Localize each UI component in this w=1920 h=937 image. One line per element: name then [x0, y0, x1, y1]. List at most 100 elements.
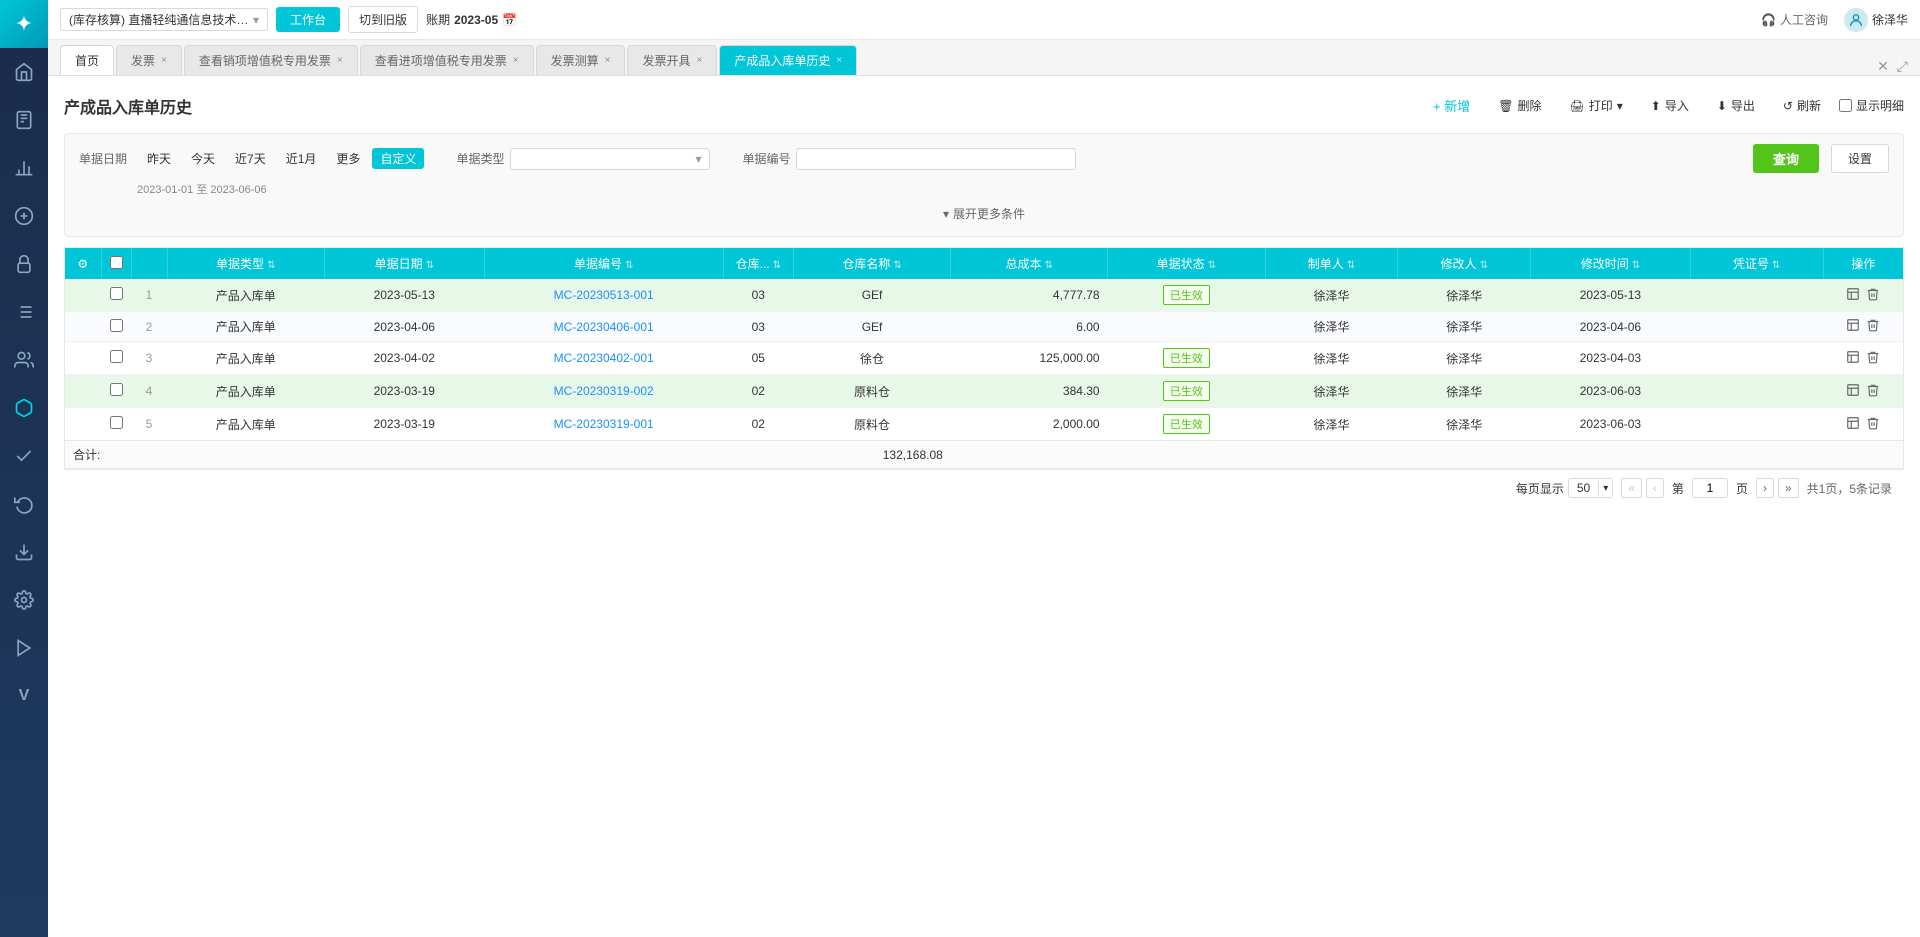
first-page-button[interactable]: « — [1621, 478, 1642, 498]
row-delete-icon[interactable] — [1866, 350, 1880, 367]
row-edit-icon[interactable] — [1846, 383, 1860, 400]
show-detail-checkbox[interactable] — [1839, 99, 1852, 112]
col-warehouse-code[interactable]: 仓库...⇅ — [723, 248, 793, 279]
workstation-button[interactable]: 工作台 — [276, 7, 340, 32]
settings-button[interactable]: 设置 — [1831, 144, 1889, 173]
switch-version-button[interactable]: 切到旧版 — [348, 6, 418, 33]
show-detail-toggle[interactable]: 显示明细 — [1839, 97, 1904, 114]
col-settings[interactable]: ⚙ — [65, 248, 101, 279]
next-page-button[interactable]: › — [1756, 478, 1774, 498]
tab-invoice-open-close[interactable]: × — [696, 55, 702, 66]
sidebar-item-doc[interactable] — [0, 96, 48, 144]
row-delete-icon[interactable] — [1866, 318, 1880, 335]
tab-check-sale-vat[interactable]: 查看销项增值税专用发票 × — [184, 45, 358, 75]
tab-product-instock-history-close[interactable]: × — [836, 55, 842, 66]
quick-date-today[interactable]: 今天 — [183, 148, 223, 169]
tab-invoice-open[interactable]: 发票开具 × — [627, 45, 717, 75]
col-voucher-no[interactable]: 凭证号⇅ — [1690, 248, 1823, 279]
col-checkbox[interactable] — [101, 248, 131, 279]
user-service[interactable]: 🎧 人工咨询 — [1761, 11, 1828, 28]
row-select-checkbox[interactable] — [110, 350, 123, 363]
page-number-input[interactable] — [1692, 478, 1728, 498]
row-delete-icon[interactable] — [1866, 383, 1880, 400]
print-label: 打印 — [1589, 97, 1613, 114]
quick-date-custom[interactable]: 自定义 — [372, 148, 424, 169]
sidebar-item-inventory[interactable] — [0, 384, 48, 432]
calendar-icon[interactable]: 📅 — [502, 13, 517, 27]
sidebar-item-home[interactable] — [0, 48, 48, 96]
row-checkbox[interactable] — [101, 312, 131, 342]
row-delete-icon[interactable] — [1866, 416, 1880, 433]
new-button[interactable]: + 新增 — [1423, 92, 1480, 119]
import-button[interactable]: ⬆ 导入 — [1641, 93, 1699, 118]
expand-filter-button[interactable]: ▾ 展开更多条件 — [79, 201, 1889, 226]
company-selector[interactable]: (库存核算) 直播轻纯通信息技术股份... ▾ — [60, 8, 268, 31]
tab-invoice-calc[interactable]: 发票测算 × — [536, 45, 626, 75]
query-button[interactable]: 查询 — [1753, 144, 1819, 173]
sidebar-item-v[interactable]: V — [0, 672, 48, 720]
tab-product-instock-history[interactable]: 产成品入库单历史 × — [719, 45, 857, 75]
delete-button[interactable]: 🗑 删除 — [1488, 93, 1551, 118]
row-number[interactable]: MC-20230319-001 — [484, 408, 723, 441]
col-total-cost[interactable]: 总成本⇅ — [951, 248, 1108, 279]
col-modifier[interactable]: 修改人⇅ — [1398, 248, 1531, 279]
row-select-checkbox[interactable] — [110, 383, 123, 396]
sidebar-item-people[interactable] — [0, 336, 48, 384]
prev-page-button[interactable]: ‹ — [1646, 478, 1664, 498]
user-info[interactable]: 徐泽华 — [1844, 8, 1908, 32]
export-button[interactable]: ⬇ 导出 — [1707, 93, 1765, 118]
type-filter-select[interactable]: ▾ — [510, 148, 710, 170]
per-page-dropdown[interactable]: ▾ — [1598, 481, 1612, 496]
tab-invoice[interactable]: 发票 × — [116, 45, 182, 75]
sidebar-item-lock[interactable] — [0, 240, 48, 288]
col-date[interactable]: 单据日期⇅ — [325, 248, 485, 279]
col-modify-time[interactable]: 修改时间⇅ — [1531, 248, 1691, 279]
col-type[interactable]: 单据类型⇅ — [167, 248, 325, 279]
col-number[interactable]: 单据编号⇅ — [484, 248, 723, 279]
quick-date-yesterday[interactable]: 昨天 — [139, 148, 179, 169]
col-creator[interactable]: 制单人⇅ — [1265, 248, 1398, 279]
col-status[interactable]: 单据状态⇅ — [1108, 248, 1266, 279]
sidebar-item-play[interactable] — [0, 624, 48, 672]
row-edit-icon[interactable] — [1846, 318, 1860, 335]
row-number[interactable]: MC-20230513-001 — [484, 279, 723, 312]
sidebar-item-list[interactable] — [0, 288, 48, 336]
sidebar-item-finance[interactable] — [0, 192, 48, 240]
sidebar-item-gear[interactable] — [0, 576, 48, 624]
tab-invoice-close[interactable]: × — [161, 55, 167, 66]
sidebar-item-chart[interactable] — [0, 144, 48, 192]
tab-close-all[interactable]: ✕ — [1877, 58, 1889, 75]
row-select-checkbox[interactable] — [110, 319, 123, 332]
last-page-button[interactable]: » — [1778, 478, 1799, 498]
number-filter-input[interactable] — [796, 148, 1076, 170]
quick-date-1month[interactable]: 近1月 — [278, 148, 325, 169]
row-checkbox[interactable] — [101, 408, 131, 441]
sidebar-item-download[interactable] — [0, 528, 48, 576]
tab-check-purchase-vat-close[interactable]: × — [513, 55, 519, 66]
refresh-button[interactable]: ↺ 刷新 — [1773, 93, 1831, 118]
quick-date-7days[interactable]: 近7天 — [227, 148, 274, 169]
row-number[interactable]: MC-20230319-002 — [484, 375, 723, 408]
tab-check-sale-vat-close[interactable]: × — [337, 55, 343, 66]
row-checkbox[interactable] — [101, 279, 131, 312]
row-number[interactable]: MC-20230406-001 — [484, 312, 723, 342]
col-warehouse-name[interactable]: 仓库名称⇅ — [793, 248, 951, 279]
row-select-checkbox[interactable] — [110, 287, 123, 300]
row-number[interactable]: MC-20230402-001 — [484, 342, 723, 375]
tab-home[interactable]: 首页 — [60, 45, 114, 75]
row-edit-icon[interactable] — [1846, 416, 1860, 433]
quick-date-more[interactable]: 更多 — [328, 148, 368, 169]
select-all-checkbox[interactable] — [110, 256, 123, 269]
tab-invoice-calc-close[interactable]: × — [605, 55, 611, 66]
row-edit-icon[interactable] — [1846, 350, 1860, 367]
row-checkbox[interactable] — [101, 342, 131, 375]
sidebar-item-refresh[interactable] — [0, 480, 48, 528]
row-select-checkbox[interactable] — [110, 416, 123, 429]
row-delete-icon[interactable] — [1866, 287, 1880, 304]
print-button[interactable]: 🖨 打印 ▾ — [1559, 93, 1632, 118]
row-edit-icon[interactable] — [1846, 287, 1860, 304]
tab-check-purchase-vat[interactable]: 查看进项增值税专用发票 × — [360, 45, 534, 75]
sidebar-item-approval[interactable] — [0, 432, 48, 480]
tab-expand[interactable]: ⤢ — [1897, 58, 1908, 75]
row-checkbox[interactable] — [101, 375, 131, 408]
